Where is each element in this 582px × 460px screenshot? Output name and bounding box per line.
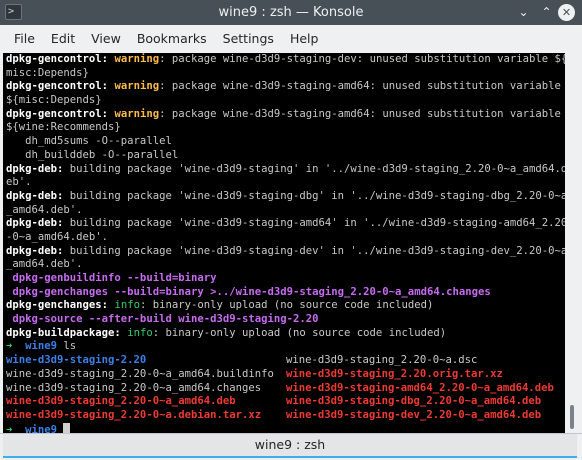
terminal-text: -0~a_amd64.deb'. bbox=[6, 230, 109, 243]
menu-settings[interactable]: Settings bbox=[215, 25, 282, 52]
prompt-line: ➜ wine9 bbox=[6, 422, 565, 433]
terminal-text: warning bbox=[114, 53, 160, 65]
terminal-text: info bbox=[127, 326, 153, 339]
menu-bookmarks[interactable]: Bookmarks bbox=[129, 25, 215, 52]
terminal-text: dpkg-deb: bbox=[6, 217, 70, 230]
terminal-line: _amd64.deb'. bbox=[6, 204, 565, 218]
terminal-text: dpkg-gencontrol: bbox=[6, 53, 115, 65]
terminal-text: dpkg-gencontrol: bbox=[6, 107, 115, 120]
terminal-text: dpkg-genchanges: bbox=[6, 299, 115, 312]
terminal-text: dpkg-deb: bbox=[6, 162, 70, 175]
terminal-text: : binary-only upload (no source code inc… bbox=[139, 299, 434, 312]
terminal-line: ${misc:Depends} bbox=[6, 94, 565, 108]
terminal-text: : package wine-d3d9-staging-amd64: unuse… bbox=[159, 80, 561, 93]
ls-entry: wine-d3d9-staging_2.20.orig.tar.xz bbox=[286, 367, 503, 380]
ls-entry: wine-d3d9-staging-amd64_2.20-0~a_amd64.d… bbox=[286, 381, 554, 394]
terminal-text: : package wine-d3d9-staging-dev: unused … bbox=[159, 53, 565, 65]
menu-file[interactable]: File bbox=[6, 25, 43, 52]
prompt-arrow: ➜ bbox=[6, 423, 26, 433]
terminal-line: eb'. bbox=[6, 176, 565, 190]
terminal-text: dh_md5sums -O--parallel bbox=[6, 135, 172, 148]
ls-entry: wine-d3d9-staging-dbg_2.20-0~a_amd64.deb bbox=[286, 395, 542, 408]
close-button[interactable]: ✕ bbox=[558, 4, 575, 21]
terminal-text: : binary-only upload (no source code inc… bbox=[152, 326, 447, 339]
menu-help[interactable]: Help bbox=[282, 25, 327, 52]
terminal-text: dpkg-genchanges --build=binary >../wine-… bbox=[6, 285, 491, 298]
terminal-text: dpkg-buildpackage: bbox=[6, 326, 128, 339]
window-title: wine9 : zsh — Konsole bbox=[218, 5, 364, 20]
menu-edit[interactable]: Edit bbox=[43, 25, 83, 52]
terminal-text: _amd64.deb'. bbox=[6, 258, 83, 271]
terminal-line: dh_md5sums -O--parallel bbox=[6, 135, 565, 149]
maximize-button[interactable]: ⌃ bbox=[537, 3, 556, 22]
ls-output-row: wine-d3d9-staging_2.20-0~a_amd64.buildin… bbox=[6, 368, 565, 382]
terminal-line: dpkg-deb: building package 'wine-d3d9-st… bbox=[6, 163, 565, 177]
ls-output-row: wine-d3d9-staging-2.20 wine-d3d9-staging_… bbox=[6, 354, 565, 368]
terminal-line: dpkg-gencontrol: warning: package wine-d… bbox=[6, 108, 565, 122]
minimize-button[interactable]: ⌄ bbox=[514, 3, 533, 22]
menu-bar: File Edit View Bookmarks Settings Help bbox=[0, 25, 582, 52]
terminal-line: dpkg-gencontrol: warning: package wine-d… bbox=[6, 53, 565, 67]
ls-entry: wine-d3d9-staging_2.20-0~a_amd64.changes bbox=[6, 381, 262, 394]
terminal-line: dpkg-deb: building package 'wine-d3d9-st… bbox=[6, 190, 565, 204]
terminal-text: _amd64.deb'. bbox=[6, 203, 83, 216]
terminal-text: : package wine-d3d9-staging-amd64: unuse… bbox=[159, 107, 561, 120]
terminal-line: -0~a_amd64.deb'. bbox=[6, 231, 565, 245]
terminal-text: ls bbox=[57, 340, 77, 353]
terminal-line: dpkg-genchanges --build=binary >../wine-… bbox=[6, 286, 565, 300]
terminal-line: misc:Depends} bbox=[6, 67, 565, 81]
terminal-output[interactable]: dpkg-gencontrol: warning: package wine-d… bbox=[3, 53, 565, 433]
terminal-line: dpkg-deb: building package 'wine-d3d9-st… bbox=[6, 217, 565, 231]
terminal-text: misc:Depends} bbox=[6, 66, 89, 79]
terminal-line: dpkg-deb: building package 'wine-d3d9-st… bbox=[6, 245, 565, 259]
terminal-text: dpkg-gencontrol: bbox=[6, 80, 115, 93]
ls-entry: wine-d3d9-staging_2.20-0~a.dsc bbox=[286, 354, 478, 367]
terminal-line: dpkg-genchanges: info: binary-only uploa… bbox=[6, 299, 565, 313]
terminal-text: warning bbox=[114, 80, 160, 93]
terminal-text: building package 'wine-d3d9-staging-dbg'… bbox=[69, 189, 565, 202]
ls-entry: wine-d3d9-staging-dev_2.20-0~a_amd64.deb bbox=[286, 408, 542, 421]
terminal-text: dpkg-deb: bbox=[6, 244, 70, 257]
terminal-text: building package 'wine-d3d9-staging-amd6… bbox=[69, 217, 565, 230]
terminal-text: building package 'wine-d3d9-staging-dev'… bbox=[69, 244, 565, 257]
terminal-text: dpkg-deb: bbox=[6, 189, 70, 202]
terminal-text: dpkg-genbuildinfo --build=binary bbox=[6, 272, 217, 284]
konsole-window: > wine9 : zsh — Konsole ⌄ ⌃ ✕ File Edit … bbox=[0, 0, 582, 460]
terminal-line: dpkg-genbuildinfo --build=binary bbox=[6, 272, 565, 286]
terminal-text: info bbox=[114, 299, 140, 312]
ls-output-row: wine-d3d9-staging_2.20-0~a_amd64.deb wine… bbox=[6, 395, 565, 409]
terminal-scrollbar[interactable] bbox=[565, 53, 579, 433]
terminal-text: eb'. bbox=[6, 176, 32, 189]
ls-entry: wine-d3d9-staging_2.20-0~a.debian.tar.xz bbox=[6, 408, 262, 421]
terminal-line: dpkg-gencontrol: warning: package wine-d… bbox=[6, 80, 565, 94]
ls-output-row: wine-d3d9-staging_2.20-0~a_amd64.changes… bbox=[6, 382, 565, 396]
prompt-directory: wine9 bbox=[25, 423, 58, 433]
terminal-line: _amd64.deb'. bbox=[6, 258, 565, 272]
terminal-line: dpkg-buildpackage: info: binary-only upl… bbox=[6, 327, 565, 341]
terminal-text: dpkg-source --after-build wine-d3d9-stag… bbox=[6, 313, 319, 326]
menu-view[interactable]: View bbox=[83, 25, 129, 52]
tab-wine9-zsh[interactable]: wine9 : zsh bbox=[3, 434, 577, 458]
text-cursor bbox=[63, 422, 71, 433]
terminal-text: warning bbox=[114, 107, 160, 120]
terminal-text: ➜ bbox=[6, 340, 26, 353]
ls-entry: wine-d3d9-staging_2.20-0~a_amd64.deb bbox=[6, 395, 236, 408]
terminal-text: ${misc:Depends} bbox=[6, 94, 102, 107]
terminal-line: dpkg-source --after-build wine-d3d9-stag… bbox=[6, 313, 565, 327]
terminal-text: ${wine:Recommends} bbox=[6, 121, 121, 134]
terminal-text: dh_builddeb -O--parallel bbox=[6, 148, 179, 161]
terminal-line: ${wine:Recommends} bbox=[6, 121, 565, 135]
ls-entry: wine-d3d9-staging-2.20 bbox=[6, 354, 147, 367]
terminal-line: dh_builddeb -O--parallel bbox=[6, 149, 565, 163]
scrollbar-thumb[interactable] bbox=[570, 405, 574, 429]
terminal-text: building package 'wine-d3d9-staging' in … bbox=[69, 162, 565, 175]
title-bar[interactable]: > wine9 : zsh — Konsole ⌄ ⌃ ✕ bbox=[0, 0, 582, 25]
tab-bar: wine9 : zsh bbox=[0, 433, 582, 460]
ls-output-row: wine-d3d9-staging_2.20-0~a.debian.tar.xz… bbox=[6, 409, 565, 423]
terminal-text: wine9 bbox=[25, 340, 58, 353]
ls-entry: wine-d3d9-staging_2.20-0~a_amd64.buildin… bbox=[6, 367, 274, 380]
terminal-line: ➜ wine9 ls bbox=[6, 340, 565, 354]
